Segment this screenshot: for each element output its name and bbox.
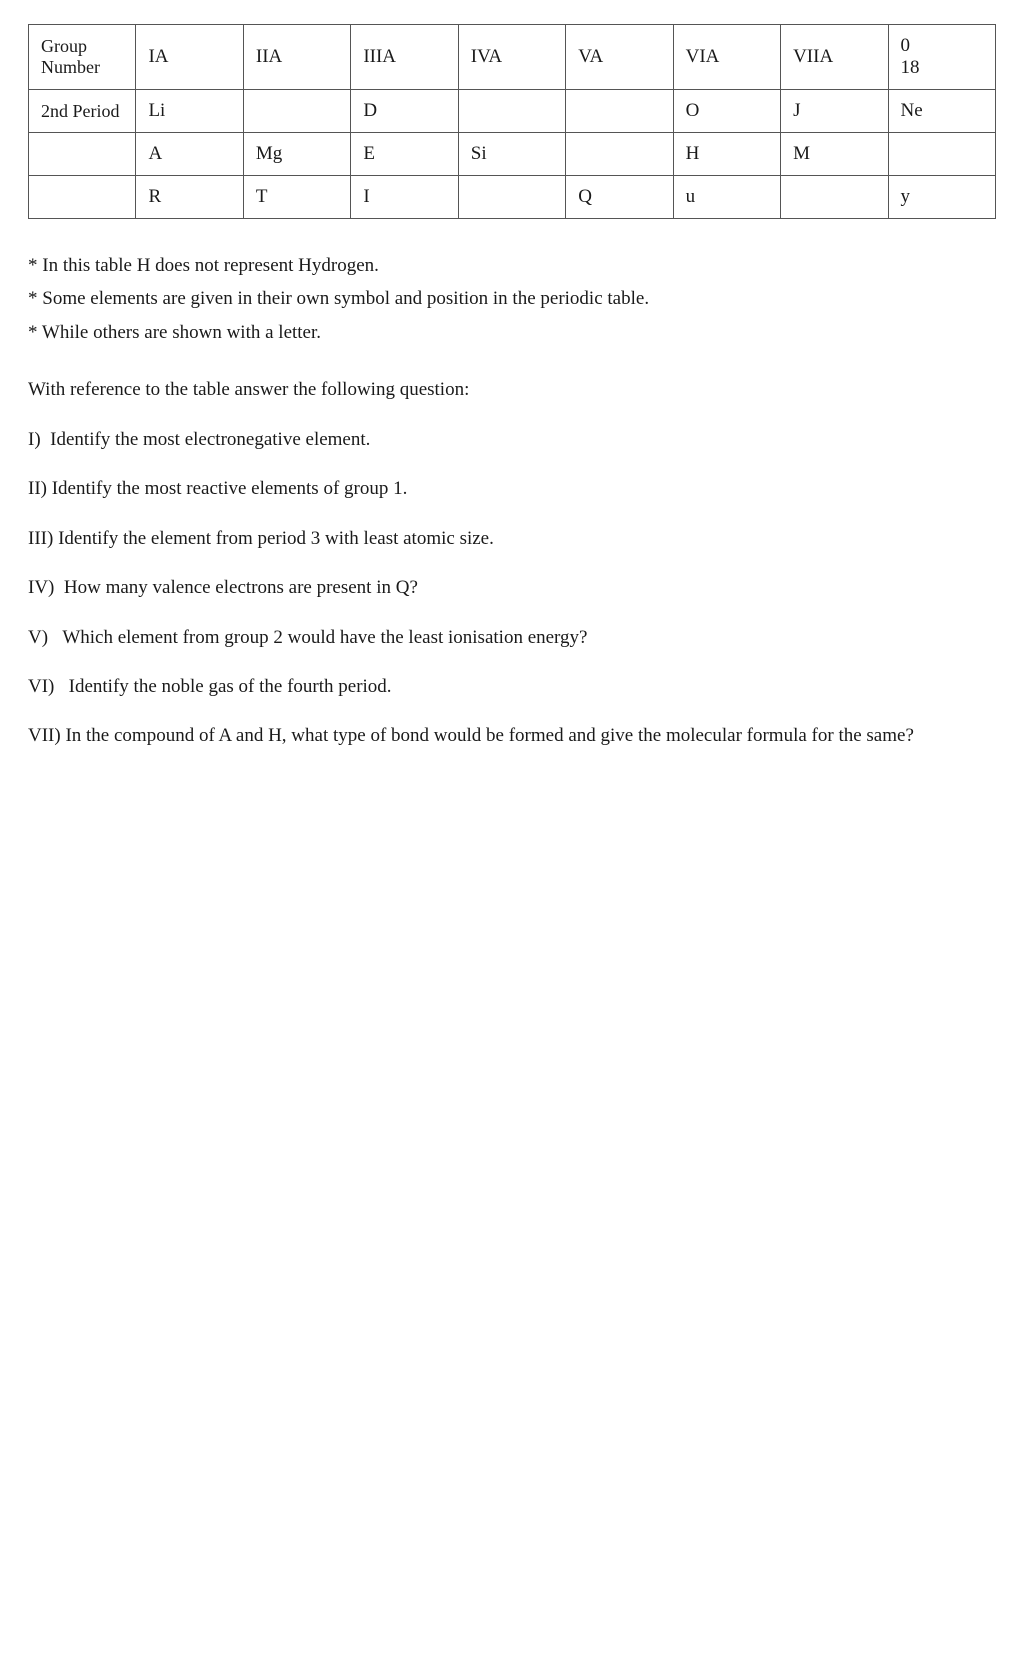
question-4-number: IV): [28, 577, 54, 598]
periodic-table: Group Number IA IIA IIIA IVA VA VIA VIIA…: [28, 24, 996, 219]
row2-cell-5: [566, 133, 673, 176]
row3-cell-8: y: [888, 176, 996, 219]
table-row-1: 2nd Period Li D O J Ne: [29, 90, 996, 133]
question-5-text: Which element from group 2 would have th…: [62, 627, 587, 648]
question-2-text: Identify the most reactive elements of g…: [52, 478, 408, 499]
question-4-text: How many valence electrons are present i…: [64, 577, 418, 598]
row2-cell-6: H: [673, 133, 780, 176]
question-1: I) Identify the most electronegative ele…: [28, 425, 996, 454]
questions-section: With reference to the table answer the f…: [28, 375, 996, 751]
question-6: VI) Identify the noble gas of the fourth…: [28, 672, 996, 701]
row3-cell-4: [458, 176, 565, 219]
periodic-table-container: Group Number IA IIA IIIA IVA VA VIA VIIA…: [28, 24, 996, 219]
question-2: II) Identify the most reactive elements …: [28, 474, 996, 503]
row2-cell-7: M: [781, 133, 888, 176]
question-7-number: VII): [28, 725, 61, 746]
header-via: VIA: [673, 25, 780, 90]
row3-cell-5: Q: [566, 176, 673, 219]
row1-cell-3: D: [351, 90, 458, 133]
header-iiia: IIIA: [351, 25, 458, 90]
row1-cell-1: Li: [136, 90, 243, 133]
row3-cell-6: u: [673, 176, 780, 219]
header-iva: IVA: [458, 25, 565, 90]
question-5-number: V): [28, 627, 48, 648]
note-line-3: * While others are shown with a letter.: [28, 318, 996, 347]
row1-cell-5: [566, 90, 673, 133]
question-7: VII) In the compound of A and H, what ty…: [28, 721, 996, 750]
row1-label: 2nd Period: [29, 90, 136, 133]
question-3-number: III): [28, 528, 53, 549]
row1-cell-4: [458, 90, 565, 133]
intro-text: With reference to the table answer the f…: [28, 375, 996, 404]
header-viia: VIIA: [781, 25, 888, 90]
row2-cell-4: Si: [458, 133, 565, 176]
question-7-text: In the compound of A and H, what type of…: [65, 725, 913, 746]
row3-cell-2: T: [243, 176, 350, 219]
row2-cell-8: [888, 133, 996, 176]
row3-cell-7: [781, 176, 888, 219]
table-header-row: Group Number IA IIA IIIA IVA VA VIA VIIA…: [29, 25, 996, 90]
row2-cell-3: E: [351, 133, 458, 176]
row1-cell-6: O: [673, 90, 780, 133]
header-va: VA: [566, 25, 673, 90]
row2-cell-2: Mg: [243, 133, 350, 176]
question-1-text: Identify the most electronegative elemen…: [50, 429, 370, 450]
question-4: IV) How many valence electrons are prese…: [28, 573, 996, 602]
row1-cell-2: [243, 90, 350, 133]
question-2-number: II): [28, 478, 47, 499]
question-1-number: I): [28, 429, 41, 450]
question-3: III) Identify the element from period 3 …: [28, 524, 996, 553]
header-ia: IA: [136, 25, 243, 90]
row2-cell-1: A: [136, 133, 243, 176]
header-group-number: Group Number: [29, 25, 136, 90]
note-line-2: * Some elements are given in their own s…: [28, 284, 996, 313]
row3-cell-3: I: [351, 176, 458, 219]
question-6-text: Identify the noble gas of the fourth per…: [69, 676, 392, 697]
row1-cell-8: Ne: [888, 90, 996, 133]
notes-section: * In this table H does not represent Hyd…: [28, 251, 996, 347]
header-iia: IIA: [243, 25, 350, 90]
row3-label: [29, 176, 136, 219]
question-6-number: VI): [28, 676, 54, 697]
question-3-text: Identify the element from period 3 with …: [58, 528, 494, 549]
note-line-1: * In this table H does not represent Hyd…: [28, 251, 996, 280]
table-row-3: R T I Q u y: [29, 176, 996, 219]
question-5: V) Which element from group 2 would have…: [28, 623, 996, 652]
row1-cell-7: J: [781, 90, 888, 133]
header-zero: 0 18: [888, 25, 996, 90]
row2-label: [29, 133, 136, 176]
table-row-2: A Mg E Si H M: [29, 133, 996, 176]
row3-cell-1: R: [136, 176, 243, 219]
